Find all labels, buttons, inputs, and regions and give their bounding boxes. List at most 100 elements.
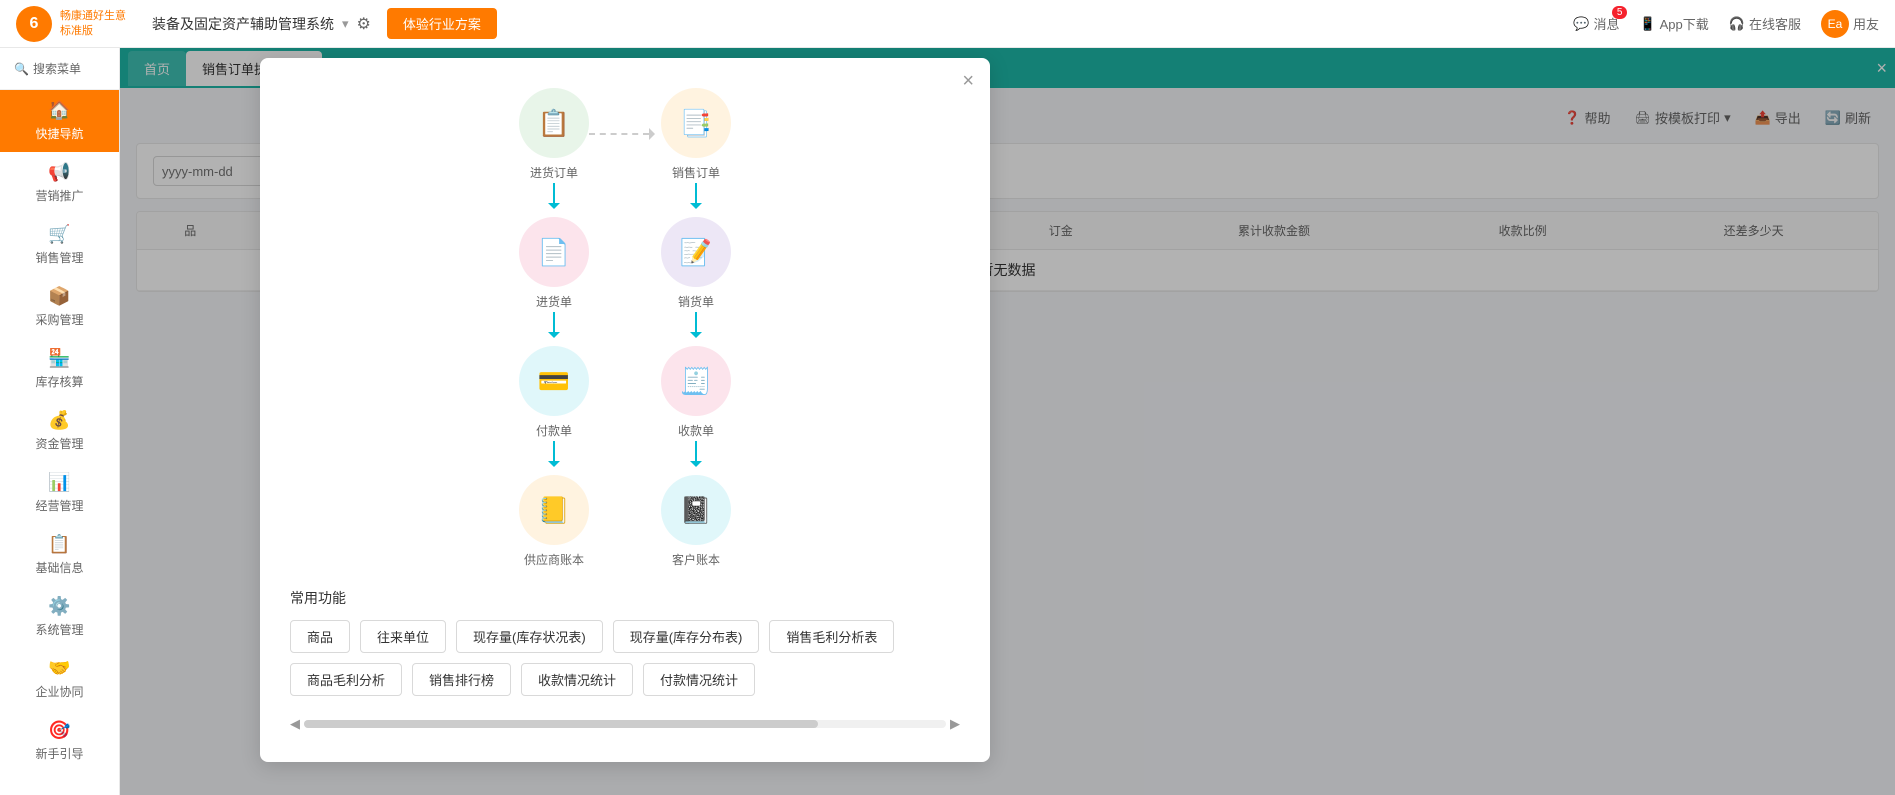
common-title: 常用功能 — [290, 588, 960, 608]
app-download-btn[interactable]: 📱 App下载 — [1639, 14, 1708, 33]
supplier-account-circle: 📒 — [519, 475, 589, 545]
payment-icon: 💳 — [538, 366, 570, 397]
sales-bill-node: 📝 销货单 — [661, 217, 731, 310]
func-btn-sales-rank[interactable]: 销售排行榜 — [412, 663, 511, 696]
content-area: 首页 销售订单执行表 × × ❓ 帮助 🖨 — [120, 48, 1895, 795]
home-icon: 🏠 — [48, 100, 70, 121]
arrow-down-6 — [690, 441, 702, 473]
arrow-down-1 — [548, 183, 560, 215]
func-btn-goods[interactable]: 商品 — [290, 620, 350, 653]
purchase-bill-circle: 📄 — [519, 217, 589, 287]
search-icon: 🔍 — [14, 62, 29, 76]
purchase-order-icon: 📋 — [538, 108, 570, 139]
sidebar-item-sales[interactable]: 🛒 销售管理 — [0, 214, 119, 276]
search-menu-btn[interactable]: 🔍 搜索菜单 — [8, 56, 111, 81]
settings-icon[interactable]: ⚙ — [357, 14, 371, 34]
user-avatar: Ea — [1821, 10, 1849, 38]
purchase-order-node: 📋 进货订单 — [519, 88, 589, 181]
func-btn-payment-stats[interactable]: 付款情况统计 — [643, 663, 755, 696]
sidebar-item-marketing[interactable]: 📢 营销推广 — [0, 152, 119, 214]
basic-info-icon: 📋 — [48, 534, 70, 555]
arrow-down-5 — [690, 312, 702, 344]
sales-order-node: 📑 销售订单 — [661, 88, 731, 181]
trial-button[interactable]: 体验行业方案 — [387, 8, 497, 39]
receipt-bill-label: 收款单 — [678, 422, 714, 439]
modal-overlay[interactable]: × 📋 进货订单 — [120, 48, 1895, 795]
sidebar: 🔍 搜索菜单 🏠 快捷导航 📢 营销推广 🛒 销售管理 📦 采购管理 — [0, 48, 120, 795]
system-name-area: 装备及固定资产辅助管理系统 ▾ ⚙ — [152, 14, 371, 34]
sales-bill-label: 销货单 — [678, 293, 714, 310]
func-btn-inventory-dist[interactable]: 现存量(库存分布表) — [613, 620, 760, 653]
func-btn-partner[interactable]: 往来单位 — [360, 620, 446, 653]
arrow-v-head4 — [690, 203, 702, 215]
customer-icon: 📓 — [680, 495, 712, 526]
sidebar-item-basic-info[interactable]: 📋 基础信息 — [0, 524, 119, 586]
receipt-bill-circle: 🧾 — [661, 346, 731, 416]
purchase-bill-label: 进货单 — [536, 293, 572, 310]
system-dropdown-icon[interactable]: ▾ — [342, 16, 349, 32]
sidebar-item-operation[interactable]: 📊 经营管理 — [0, 462, 119, 524]
arrow-v-line6 — [695, 441, 697, 461]
beginner-icon: 🎯 — [48, 720, 70, 741]
func-btn-goods-profit[interactable]: 商品毛利分析 — [290, 663, 402, 696]
receipt-icon: 🧾 — [680, 366, 712, 397]
trial-btn-area: 体验行业方案 — [387, 8, 497, 39]
common-functions: 常用功能 商品 往来单位 现存量(库存状况表) 现存量(库存分布表) 销售毛利分… — [290, 588, 960, 696]
scroll-right-icon[interactable]: ▶ — [950, 716, 960, 732]
arrow-v-line — [553, 183, 555, 203]
scroll-left-icon[interactable]: ◀ — [290, 716, 300, 732]
supplier-icon: 📒 — [538, 495, 570, 526]
sidebar-item-beginner[interactable]: 🎯 新手引导 — [0, 710, 119, 772]
arrow-down-2 — [548, 312, 560, 344]
sidebar-item-purchase[interactable]: 📦 采购管理 — [0, 276, 119, 338]
func-btn-inventory-status[interactable]: 现存量(库存状况表) — [456, 620, 603, 653]
modal-close-btn[interactable]: × — [962, 70, 974, 93]
arrow-right-1 — [589, 128, 661, 140]
topbar: 6 畅康通好生意 标准版 装备及固定资产辅助管理系统 ▾ ⚙ 体验行业方案 💬 … — [0, 0, 1895, 48]
sales-order-circle: 📑 — [661, 88, 731, 158]
app-container: 6 畅康通好生意 标准版 装备及固定资产辅助管理系统 ▾ ⚙ 体验行业方案 💬 … — [0, 0, 1895, 795]
headset-icon: 🎧 — [1729, 16, 1745, 32]
flow-diagram: 📋 进货订单 — [290, 88, 960, 568]
quick-nav-modal: × 📋 进货订单 — [260, 58, 990, 762]
func-btn-receipt-stats[interactable]: 收款情况统计 — [521, 663, 633, 696]
sidebar-item-cooperation[interactable]: 🤝 企业协同 — [0, 648, 119, 710]
supplier-account-label: 供应商账本 — [524, 551, 584, 568]
func-btn-sales-profit[interactable]: 销售毛利分析表 — [769, 620, 894, 653]
modal-scrollbar-area: ◀ ▶ — [290, 716, 960, 732]
sidebar-search[interactable]: 🔍 搜索菜单 — [0, 48, 119, 90]
sales-icon: 🛒 — [48, 224, 70, 245]
message-btn[interactable]: 💬 消息 5 — [1573, 14, 1619, 33]
cooperation-icon: 🤝 — [48, 658, 70, 679]
scrollbar-thumb[interactable] — [304, 720, 818, 728]
topbar-right: 💬 消息 5 📱 App下载 🎧 在线客服 Ea 用友 — [1573, 10, 1879, 38]
arrow-v-line4 — [695, 183, 697, 203]
receipt-bill-node: 🧾 收款单 — [661, 346, 731, 439]
arrow-v-line5 — [695, 312, 697, 332]
main-area: 🔍 搜索菜单 🏠 快捷导航 📢 营销推广 🛒 销售管理 📦 采购管理 — [0, 48, 1895, 795]
arrow-down-3 — [548, 441, 560, 473]
right-flow: 📑 销售订单 — [661, 88, 731, 568]
purchase-bill-node: 📄 进货单 — [519, 217, 589, 310]
online-service-btn[interactable]: 🎧 在线客服 — [1729, 14, 1801, 33]
sidebar-item-inventory[interactable]: 🏪 库存核算 — [0, 338, 119, 400]
logo-icon: 6 — [16, 6, 52, 42]
operation-icon: 📊 — [48, 472, 70, 493]
purchase-order-circle: 📋 — [519, 88, 589, 158]
arrow-v-head — [548, 203, 560, 215]
scrollbar-track — [304, 720, 946, 728]
sidebar-item-system[interactable]: ⚙️ 系统管理 — [0, 586, 119, 648]
sales-bill-icon: 📝 — [680, 237, 712, 268]
purchase-bill-icon: 📄 — [538, 237, 570, 268]
left-flow: 📋 进货订单 — [519, 88, 589, 568]
sidebar-item-finance[interactable]: 💰 资金管理 — [0, 400, 119, 462]
payment-bill-circle: 💳 — [519, 346, 589, 416]
arrow-v-head5 — [690, 332, 702, 344]
customer-account-node: 📓 客户账本 — [661, 475, 731, 568]
finance-icon: 💰 — [48, 410, 70, 431]
sales-order-icon: 📑 — [680, 108, 712, 139]
user-menu[interactable]: Ea 用友 — [1821, 10, 1879, 38]
sidebar-item-quick-nav[interactable]: 🏠 快捷导航 — [0, 90, 119, 152]
supplier-account-node: 📒 供应商账本 — [519, 475, 589, 568]
logo-text: 畅康通好生意 标准版 — [60, 9, 126, 38]
